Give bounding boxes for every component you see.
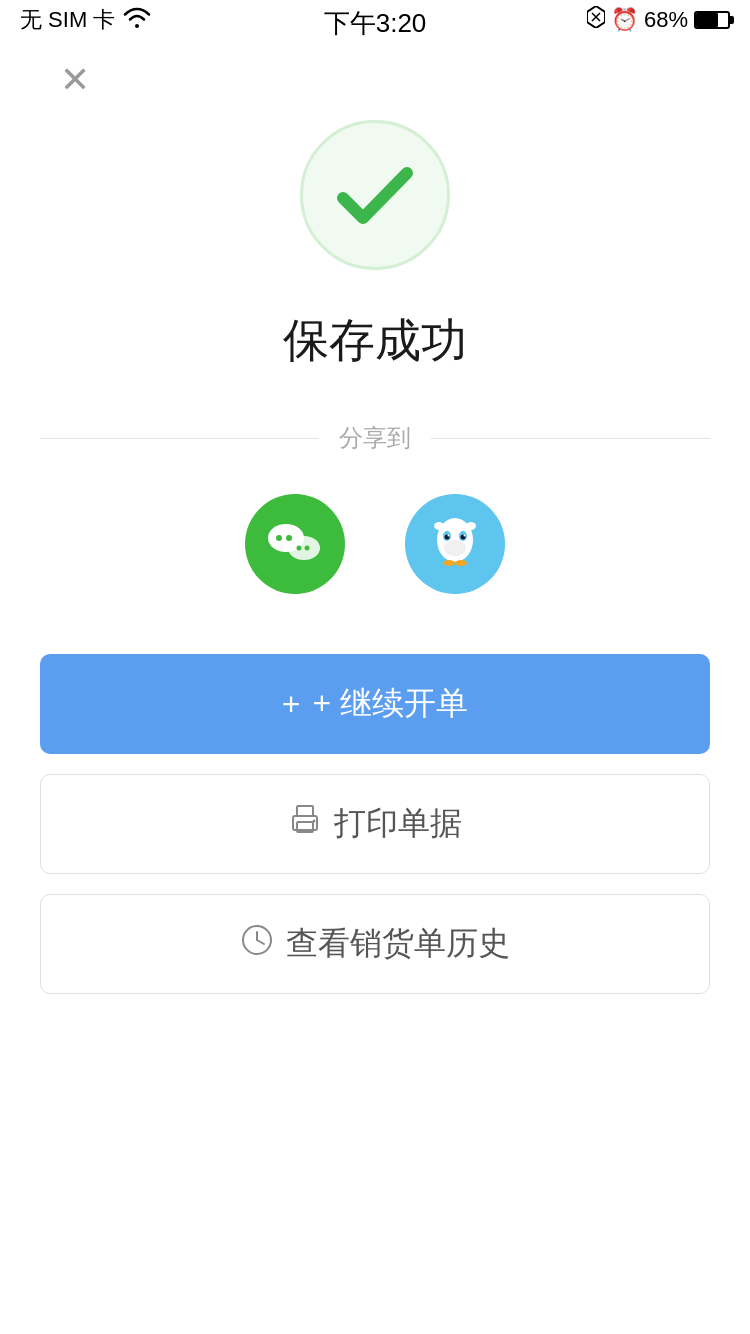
actions: + + 继续开单 打印单据 查看销货单: [0, 654, 750, 994]
continue-label: + 继续开单: [313, 682, 469, 726]
svg-point-9: [448, 534, 450, 536]
continue-button[interactable]: + + 继续开单: [40, 654, 710, 754]
svg-point-4: [297, 546, 302, 551]
success-title: 保存成功: [283, 310, 467, 372]
svg-point-15: [443, 560, 455, 566]
history-label: 查看销货单历史: [286, 922, 510, 966]
close-button[interactable]: ✕: [50, 55, 100, 105]
qq-icon: [425, 512, 485, 577]
status-right: ⏰ 68%: [587, 6, 730, 34]
battery-label: 68%: [644, 7, 688, 33]
wifi-icon: [123, 6, 151, 34]
alarm-icon: ⏰: [611, 7, 638, 33]
svg-point-1: [276, 535, 282, 541]
share-section: 分享到: [0, 422, 750, 594]
qq-button[interactable]: [405, 494, 505, 594]
history-button[interactable]: 查看销货单历史: [40, 894, 710, 994]
status-time: 下午3:20: [324, 6, 427, 41]
svg-point-18: [466, 522, 476, 530]
divider-left: [40, 438, 319, 439]
svg-point-22: [313, 820, 316, 823]
svg-rect-20: [297, 806, 313, 816]
success-circle: [300, 120, 450, 270]
sim-status: 无 SIM 卡: [20, 5, 115, 35]
print-button[interactable]: 打印单据: [40, 774, 710, 874]
share-icons: [245, 494, 505, 594]
printer-icon: [288, 804, 322, 844]
svg-point-17: [434, 522, 444, 530]
main-content: 保存成功 分享到: [0, 40, 750, 994]
share-divider: 分享到: [0, 422, 750, 454]
print-label: 打印单据: [334, 802, 462, 846]
checkmark-icon: [335, 163, 415, 228]
plus-icon: +: [282, 686, 301, 723]
svg-point-12: [464, 534, 466, 536]
status-left: 无 SIM 卡: [20, 5, 151, 35]
clock-icon: [240, 923, 274, 965]
wechat-icon: [264, 518, 326, 570]
svg-point-14: [444, 540, 466, 556]
share-label: 分享到: [319, 422, 431, 454]
wechat-button[interactable]: [245, 494, 345, 594]
status-bar: 无 SIM 卡 下午3:20 ⏰ 68%: [0, 0, 750, 40]
svg-point-16: [455, 560, 467, 566]
svg-point-2: [286, 535, 292, 541]
divider-right: [431, 438, 710, 439]
svg-point-5: [305, 546, 310, 551]
battery-icon: [694, 11, 730, 29]
location-icon: [587, 6, 605, 34]
close-icon: ✕: [60, 62, 90, 98]
svg-line-25: [257, 940, 264, 944]
svg-point-3: [288, 536, 320, 560]
